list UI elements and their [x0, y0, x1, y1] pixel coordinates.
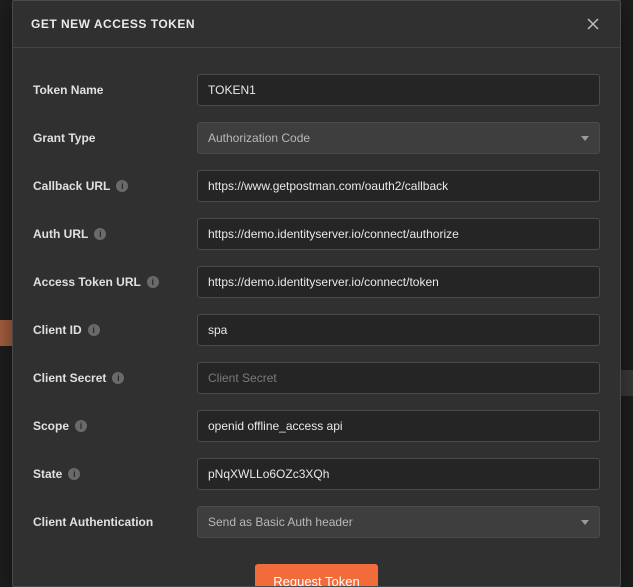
auth-url-input[interactable] — [197, 218, 600, 250]
label-text: Client Authentication — [33, 515, 153, 529]
label-text: State — [33, 467, 62, 481]
access-token-url-input[interactable] — [197, 266, 600, 298]
dialog-title: GET NEW ACCESS TOKEN — [31, 17, 195, 31]
label-text: Auth URL — [33, 227, 88, 241]
chevron-down-icon — [581, 520, 589, 525]
label-text: Scope — [33, 419, 69, 433]
access-token-dialog: GET NEW ACCESS TOKEN Token Name Grant Ty… — [12, 0, 621, 587]
scope-input[interactable] — [197, 410, 600, 442]
info-icon[interactable]: i — [94, 228, 106, 240]
label-text: Client Secret — [33, 371, 106, 385]
row-client-id: Client ID i — [33, 314, 600, 346]
info-icon[interactable]: i — [147, 276, 159, 288]
close-icon — [586, 17, 600, 31]
label-grant-type: Grant Type — [33, 131, 197, 145]
close-button[interactable] — [584, 15, 602, 33]
client-secret-input[interactable] — [197, 362, 600, 394]
label-access-token-url: Access Token URL i — [33, 275, 197, 289]
row-access-token-url: Access Token URL i — [33, 266, 600, 298]
dialog-header: GET NEW ACCESS TOKEN — [13, 1, 620, 48]
row-auth-url: Auth URL i — [33, 218, 600, 250]
label-text: Client ID — [33, 323, 82, 337]
token-name-input[interactable] — [197, 74, 600, 106]
chevron-down-icon — [581, 136, 589, 141]
callback-url-input[interactable] — [197, 170, 600, 202]
client-id-input[interactable] — [197, 314, 600, 346]
info-icon[interactable]: i — [112, 372, 124, 384]
row-grant-type: Grant Type Authorization Code — [33, 122, 600, 154]
row-scope: Scope i — [33, 410, 600, 442]
label-text: Grant Type — [33, 131, 95, 145]
info-icon[interactable]: i — [116, 180, 128, 192]
info-icon[interactable]: i — [88, 324, 100, 336]
label-client-auth: Client Authentication — [33, 515, 197, 529]
select-value: Send as Basic Auth header — [208, 515, 353, 529]
label-text: Token Name — [33, 83, 103, 97]
label-state: State i — [33, 467, 197, 481]
label-text: Callback URL — [33, 179, 110, 193]
bg-accent-right — [621, 370, 633, 396]
label-callback-url: Callback URL i — [33, 179, 197, 193]
label-scope: Scope i — [33, 419, 197, 433]
label-token-name: Token Name — [33, 83, 197, 97]
label-client-id: Client ID i — [33, 323, 197, 337]
info-icon[interactable]: i — [68, 468, 80, 480]
row-client-auth: Client Authentication Send as Basic Auth… — [33, 506, 600, 538]
label-text: Access Token URL — [33, 275, 141, 289]
label-client-secret: Client Secret i — [33, 371, 197, 385]
select-value: Authorization Code — [208, 131, 310, 145]
dialog-footer: Request Token — [33, 554, 600, 586]
state-input[interactable] — [197, 458, 600, 490]
dialog-body: Token Name Grant Type Authorization Code… — [13, 48, 620, 586]
info-icon[interactable]: i — [75, 420, 87, 432]
row-state: State i — [33, 458, 600, 490]
row-client-secret: Client Secret i — [33, 362, 600, 394]
label-auth-url: Auth URL i — [33, 227, 197, 241]
request-token-button[interactable]: Request Token — [255, 564, 378, 586]
client-auth-select[interactable]: Send as Basic Auth header — [197, 506, 600, 538]
bg-accent-left — [0, 320, 12, 346]
row-callback-url: Callback URL i — [33, 170, 600, 202]
row-token-name: Token Name — [33, 74, 600, 106]
grant-type-select[interactable]: Authorization Code — [197, 122, 600, 154]
